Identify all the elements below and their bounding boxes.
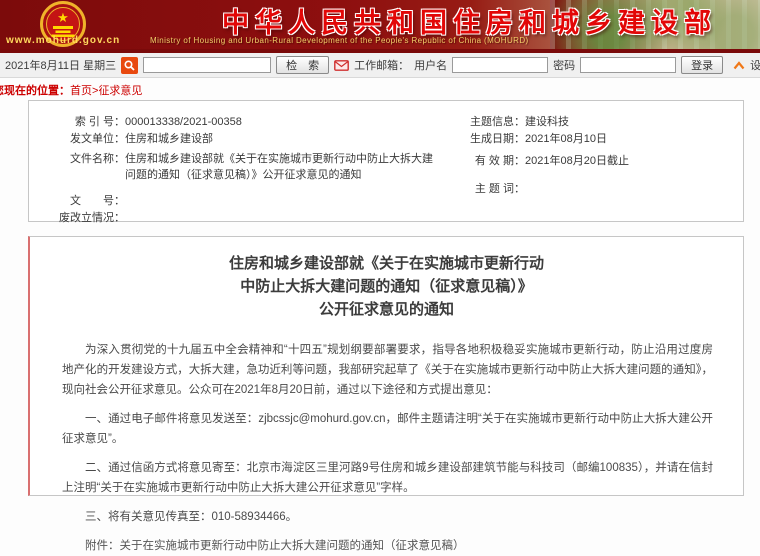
notice-attachment-link[interactable]: 附件：关于在实施城市更新行动中防止大拆大建问题的通知（征求意见稿） bbox=[62, 536, 713, 556]
notice-paragraph-fax: 三、将有关意见传真至：010-58934466。 bbox=[85, 511, 298, 523]
notice-title-line: 住房和城乡建设部就《关于在实施城市更新行动 bbox=[228, 255, 544, 272]
current-date: 2021年8月11日 星期三 bbox=[5, 60, 117, 72]
mail-icon bbox=[334, 59, 349, 71]
breadcrumb-current-link[interactable]: 征求意见 bbox=[98, 85, 142, 97]
meta-label: 文件名称： bbox=[70, 153, 125, 165]
meta-value: 000013338/2021-00358 bbox=[125, 116, 242, 128]
meta-label: 主 题 词： bbox=[474, 183, 525, 195]
meta-row-valid-until: 有 效 期： 2021年08月20日截止 bbox=[443, 153, 735, 169]
password-label: 密码 bbox=[553, 60, 576, 72]
breadcrumb: 您现在的位置：首页>征求意见 bbox=[0, 82, 142, 98]
meta-label: 索 引 号： bbox=[74, 116, 125, 128]
meta-row-repeal-status: 废改立情况： bbox=[43, 210, 443, 226]
meta-value: 住房和城乡建设部就《关于在实施城市更新行动中防止大拆大建问题的通知（征求意见稿）… bbox=[125, 153, 433, 181]
meta-value: 建设科技 bbox=[525, 116, 569, 128]
set-homepage-link[interactable]: 设为首页 bbox=[750, 57, 760, 73]
notice-title-line: 公开征求意见的通知 bbox=[318, 301, 454, 318]
meta-column-left: 索 引 号： 000013338/2021-00358 发文单位： 住房和城乡建… bbox=[43, 114, 443, 227]
meta-row-generated-date: 生成日期： 2021年08月10日 bbox=[443, 131, 735, 147]
notice-body: 为深入贯彻党的十九届五中全会精神和“十四五”规划纲要部署要求，指导各地积极稳妥实… bbox=[30, 321, 743, 556]
meta-row-issuing-unit: 发文单位： 住房和城乡建设部 bbox=[43, 131, 443, 147]
meta-row-subject-info: 主题信息： 建设科技 bbox=[443, 114, 735, 130]
meta-label: 生成日期： bbox=[470, 133, 525, 145]
breadcrumb-prefix: 您现在的位置： bbox=[0, 85, 70, 97]
notice-paragraph-intro: 为深入贯彻党的十九届五中全会精神和“十四五”规划纲要部署要求，指导各地积极稳妥实… bbox=[62, 344, 713, 396]
search-icon bbox=[121, 56, 139, 74]
meta-row-index-number: 索 引 号： 000013338/2021-00358 bbox=[43, 114, 443, 130]
meta-label: 文 号： bbox=[70, 195, 125, 207]
meta-label: 主题信息： bbox=[470, 116, 525, 128]
login-button[interactable]: 登录 bbox=[681, 56, 724, 74]
set-homepage-icon bbox=[733, 60, 745, 70]
search-input[interactable] bbox=[143, 57, 272, 73]
site-subtitle-en: Ministry of Housing and Urban-Rural Deve… bbox=[150, 36, 529, 45]
notice-content-panel: 住房和城乡建设部就《关于在实施城市更新行动 中防止大拆大建问题的通知（征求意见稿… bbox=[28, 236, 744, 552]
meta-value: 2021年08月10日 bbox=[525, 133, 607, 145]
site-header: ★ www.mohurd.gov.cn 中华人民共和国住房和城乡建设部 Mini… bbox=[0, 0, 760, 53]
meta-row-keywords: 主 题 词： bbox=[443, 181, 735, 197]
meta-value: 2021年08月20日截止 bbox=[525, 155, 629, 167]
svg-text:★: ★ bbox=[57, 10, 69, 25]
notice-title-line: 中防止大拆大建问题的通知（征求意见稿）》 bbox=[240, 278, 533, 295]
meta-value bbox=[125, 193, 443, 209]
password-field[interactable] bbox=[580, 57, 677, 73]
meta-value bbox=[525, 181, 735, 197]
search-button[interactable]: 检 索 bbox=[276, 56, 330, 74]
meta-value: 住房和城乡建设部 bbox=[125, 133, 213, 145]
username-label: 用户名 bbox=[414, 60, 448, 72]
document-meta-panel: 索 引 号： 000013338/2021-00358 发文单位： 住房和城乡建… bbox=[28, 100, 744, 224]
work-mail-label: 工作邮箱： bbox=[354, 60, 410, 72]
meta-value bbox=[125, 210, 443, 226]
notice-paragraph-email: 一、通过电子邮件将意见发送至：zjbcssjc@mohurd.gov.cn，邮件… bbox=[62, 413, 713, 445]
meta-column-right: 主题信息： 建设科技 生成日期： 2021年08月10日 有 效 期： 2021… bbox=[443, 114, 735, 227]
meta-label: 有 效 期： bbox=[474, 155, 525, 167]
notice-paragraph-mail: 二、通过信函方式将意见寄至：北京市海淀区三里河路9号住房和城乡建设部建筑节能与科… bbox=[62, 462, 713, 494]
site-title: 中华人民共和国住房和城乡建设部 bbox=[222, 8, 717, 38]
site-url: www.mohurd.gov.cn bbox=[6, 35, 121, 46]
top-toolbar: 2021年8月11日 星期三 检 索 工作邮箱：用户名 密码 登录 设为首页 新… bbox=[0, 53, 760, 78]
notice-title: 住房和城乡建设部就《关于在实施城市更新行动 中防止大拆大建问题的通知（征求意见稿… bbox=[50, 252, 723, 321]
meta-row-document-name: 文件名称： 住房和城乡建设部就《关于在实施城市更新行动中防止大拆大建问题的通知（… bbox=[43, 151, 443, 183]
meta-label: 发文单位： bbox=[70, 133, 125, 145]
username-field[interactable] bbox=[452, 57, 549, 73]
meta-label: 废改立情况： bbox=[59, 212, 125, 224]
meta-row-document-number: 文 号： bbox=[43, 193, 443, 209]
breadcrumb-home-link[interactable]: 首页 bbox=[70, 85, 92, 97]
